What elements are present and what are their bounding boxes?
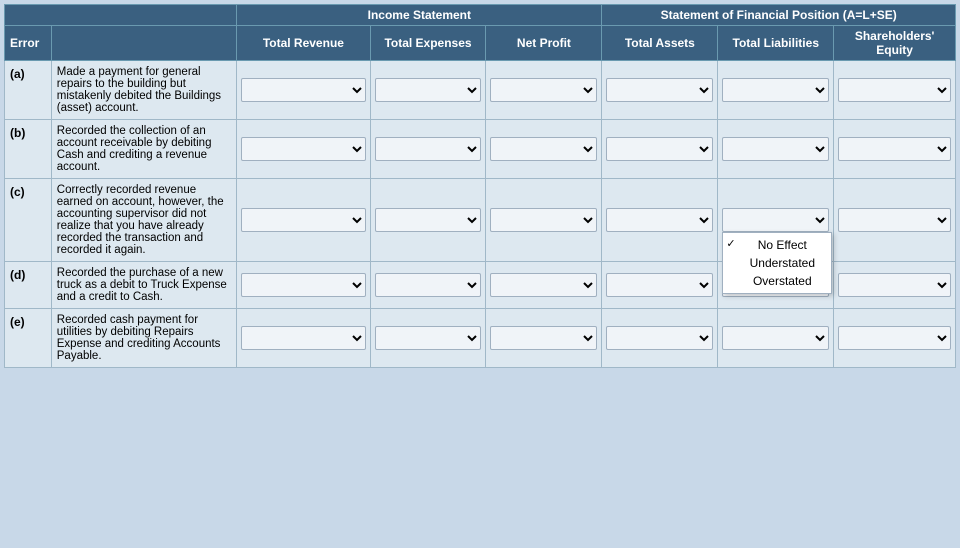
row-c-liabilities-select[interactable]: No Effect Understated Overstated [722, 208, 829, 232]
row-b-assets-cell: No Effect Understated Overstated [602, 120, 718, 179]
row-d-assets-select[interactable]: No Effect Understated Overstated [606, 273, 713, 297]
row-e-profit-select[interactable]: No Effect Understated Overstated [490, 326, 597, 350]
row-b-profit-cell: No Effect Understated Overstated [486, 120, 602, 179]
row-c-expenses-cell: No Effect Understated Overstated [370, 179, 486, 262]
row-b-expenses-cell: No Effect Understated Overstated [370, 120, 486, 179]
row-e-shareholders-cell: No Effect Understated Overstated [834, 309, 956, 368]
row-c-revenue-select[interactable]: No Effect Understated Overstated [241, 208, 365, 232]
row-d-expenses-select[interactable]: No Effect Understated Overstated [375, 273, 482, 297]
row-a-description: Made a payment for general repairs to th… [51, 61, 236, 120]
row-a-shareholders-select[interactable]: No Effect Understated Overstated [838, 78, 951, 102]
row-e-expenses-cell: No Effect Understated Overstated [370, 309, 486, 368]
row-e-assets-select[interactable]: No Effect Understated Overstated [606, 326, 713, 350]
row-b-revenue-cell: No Effect Understated Overstated [237, 120, 370, 179]
row-b-description: Recorded the collection of an account re… [51, 120, 236, 179]
row-c-label: (c) [5, 179, 52, 262]
row-a-revenue-cell: No Effect Understated Overstated [237, 61, 370, 120]
header-total-liabilities: Total Liabilities [718, 26, 834, 61]
row-c-profit-select[interactable]: No Effect Understated Overstated [490, 208, 597, 232]
dropdown-option-understated[interactable]: Understated [723, 254, 831, 272]
table-row: (a) Made a payment for general repairs t… [5, 61, 956, 120]
row-c-liabilities-cell: No Effect Understated Overstated ✓ No Ef… [718, 179, 834, 262]
dropdown-popup-container: No Effect Understated Overstated ✓ No Ef… [722, 208, 829, 232]
row-c-assets-cell: No Effect Understated Overstated [602, 179, 718, 262]
row-e-profit-cell: No Effect Understated Overstated [486, 309, 602, 368]
row-e-description: Recorded cash payment for utilities by d… [51, 309, 236, 368]
row-d-expenses-cell: No Effect Understated Overstated [370, 262, 486, 309]
row-a-profit-select[interactable]: No Effect Understated Overstated [490, 78, 597, 102]
row-e-expenses-select[interactable]: No Effect Understated Overstated [375, 326, 482, 350]
accounting-table: Income Statement Statement of Financial … [4, 4, 956, 368]
row-b-assets-select[interactable]: No Effect Understated Overstated [606, 137, 713, 161]
row-e-liabilities-select[interactable]: No Effect Understated Overstated [722, 326, 829, 350]
row-b-liabilities-cell: No Effect Understated Overstated [718, 120, 834, 179]
row-b-expenses-select[interactable]: No Effect Understated Overstated [375, 137, 482, 161]
row-a-profit-cell: No Effect Understated Overstated [486, 61, 602, 120]
row-b-revenue-select[interactable]: No Effect Understated Overstated [241, 137, 365, 161]
row-d-label: (d) [5, 262, 52, 309]
row-b-shareholders-cell: No Effect Understated Overstated [834, 120, 956, 179]
row-b-label: (b) [5, 120, 52, 179]
row-d-profit-select[interactable]: No Effect Understated Overstated [490, 273, 597, 297]
header-total-expenses: Total Expenses [370, 26, 486, 61]
row-a-label: (a) [5, 61, 52, 120]
row-c-expenses-select[interactable]: No Effect Understated Overstated [375, 208, 482, 232]
dropdown-popup: ✓ No Effect Understated Overstated [722, 232, 832, 294]
header-net-profit: Net Profit [486, 26, 602, 61]
row-a-shareholders-cell: No Effect Understated Overstated [834, 61, 956, 120]
row-e-liabilities-cell: No Effect Understated Overstated [718, 309, 834, 368]
row-d-description: Recorded the purchase of a new truck as … [51, 262, 236, 309]
row-a-liabilities-select[interactable]: No Effect Understated Overstated [722, 78, 829, 102]
row-d-assets-cell: No Effect Understated Overstated [602, 262, 718, 309]
main-container: Income Statement Statement of Financial … [0, 0, 960, 372]
table-row: (e) Recorded cash payment for utilities … [5, 309, 956, 368]
header-error: Error [5, 26, 52, 61]
row-c-shareholders-cell: No Effect Understated Overstated [834, 179, 956, 262]
table-row: (c) Correctly recorded revenue earned on… [5, 179, 956, 262]
row-c-shareholders-select[interactable]: No Effect Understated Overstated [838, 208, 951, 232]
row-d-shareholders-cell: No Effect Understated Overstated [834, 262, 956, 309]
row-e-revenue-cell: No Effect Understated Overstated [237, 309, 370, 368]
header-empty [5, 5, 237, 26]
row-d-revenue-select[interactable]: No Effect Understated Overstated [241, 273, 365, 297]
row-c-revenue-cell: No Effect Understated Overstated [237, 179, 370, 262]
row-b-profit-select[interactable]: No Effect Understated Overstated [490, 137, 597, 161]
header-shareholders: Shareholders' Equity [834, 26, 956, 61]
row-d-shareholders-select[interactable]: No Effect Understated Overstated [838, 273, 951, 297]
row-b-shareholders-select[interactable]: No Effect Understated Overstated [838, 137, 951, 161]
row-e-label: (e) [5, 309, 52, 368]
row-a-expenses-select[interactable]: No Effect Understated Overstated [375, 78, 482, 102]
header-total-assets: Total Assets [602, 26, 718, 61]
header-income-statement: Income Statement [237, 5, 602, 26]
dropdown-option-no-effect[interactable]: No Effect [723, 236, 831, 254]
header-description-empty [51, 26, 236, 61]
row-a-expenses-cell: No Effect Understated Overstated [370, 61, 486, 120]
row-b-liabilities-select[interactable]: No Effect Understated Overstated [722, 137, 829, 161]
row-e-assets-cell: No Effect Understated Overstated [602, 309, 718, 368]
row-d-profit-cell: No Effect Understated Overstated [486, 262, 602, 309]
row-e-revenue-select[interactable]: No Effect Understated Overstated [241, 326, 365, 350]
row-c-description: Correctly recorded revenue earned on acc… [51, 179, 236, 262]
row-a-assets-select[interactable]: No Effect Understated Overstated [606, 78, 713, 102]
row-e-shareholders-select[interactable]: No Effect Understated Overstated [838, 326, 951, 350]
row-a-liabilities-cell: No Effect Understated Overstated [718, 61, 834, 120]
row-c-assets-select[interactable]: No Effect Understated Overstated [606, 208, 713, 232]
table-row: (b) Recorded the collection of an accoun… [5, 120, 956, 179]
row-a-revenue-select[interactable]: No Effect Understated Overstated [241, 78, 365, 102]
row-c-profit-cell: No Effect Understated Overstated [486, 179, 602, 262]
row-a-assets-cell: No Effect Understated Overstated [602, 61, 718, 120]
dropdown-option-overstated[interactable]: Overstated [723, 272, 831, 290]
header-total-revenue: Total Revenue [237, 26, 370, 61]
header-financial-position: Statement of Financial Position (A=L+SE) [602, 5, 956, 26]
row-d-revenue-cell: No Effect Understated Overstated [237, 262, 370, 309]
